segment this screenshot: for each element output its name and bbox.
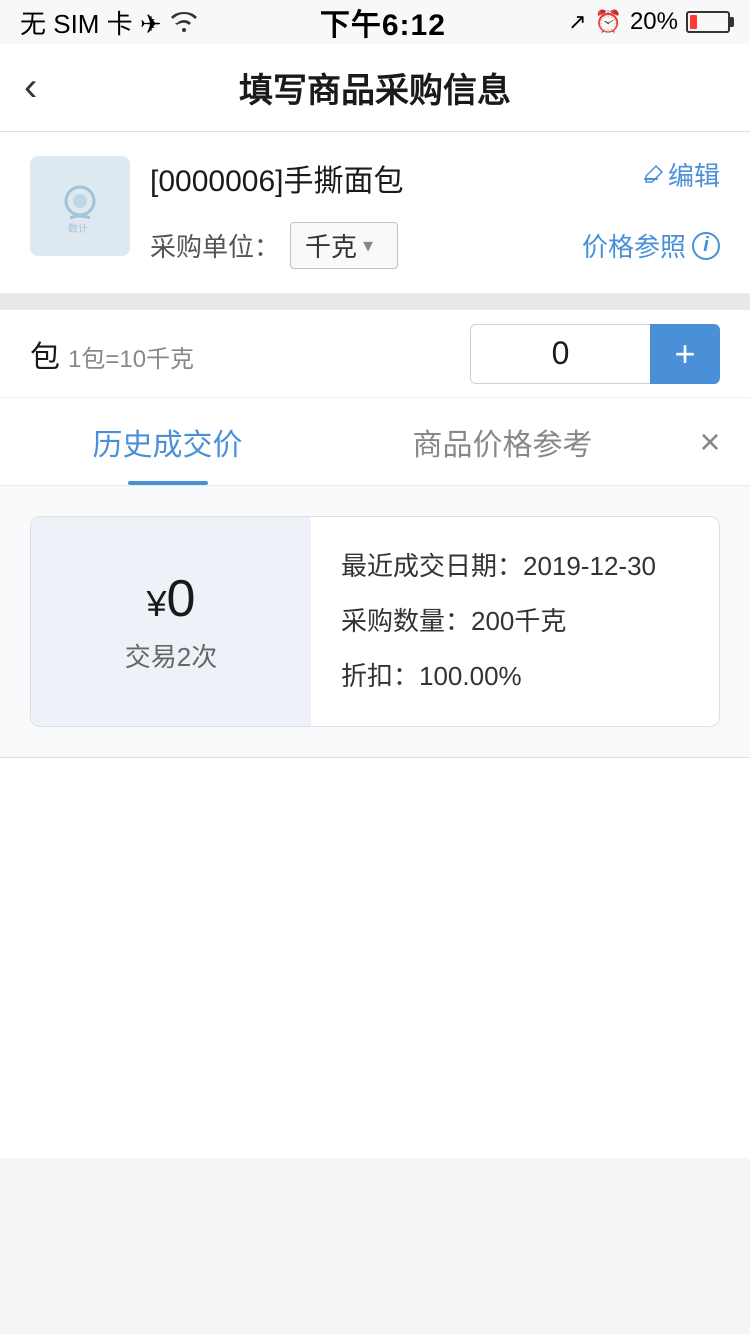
product-info: [0000006]手撕面包 编辑 采购单位： 千克 价格参照 i: [150, 156, 720, 269]
wifi-icon: [170, 12, 198, 32]
quantity-plus-button[interactable]: +: [650, 324, 720, 384]
history-details-panel: 最近成交日期：2019-12-30 采购数量：200千克 折扣：100.00%: [311, 517, 719, 726]
section-divider: [0, 294, 750, 310]
status-bar: 无 SIM 卡 ✈ 下午6:12 ↗ ⏰ 20%: [0, 0, 750, 44]
status-right: ↗ ⏰ 20%: [568, 8, 730, 36]
battery-percent: 20%: [630, 8, 678, 36]
status-time: 下午6:12: [320, 0, 446, 44]
edit-icon: [642, 164, 664, 186]
history-price-value: ¥0: [147, 569, 196, 629]
quantity-row: 包 1包=10千克 +: [0, 310, 750, 398]
discount-row: 折扣：100.00%: [341, 657, 689, 696]
history-card: ¥0 交易2次 最近成交日期：2019-12-30 采购数量：200千克 折扣：…: [30, 516, 720, 727]
quantity-label-group: 包 1包=10千克: [30, 332, 194, 376]
price-number: 0: [167, 570, 196, 628]
product-image: 数计: [30, 156, 130, 256]
currency-symbol: ¥: [147, 583, 167, 624]
tabs-header: 历史成交价 商品价格参考 ×: [0, 398, 750, 486]
battery-icon: [686, 11, 730, 33]
tab-close-button[interactable]: ×: [670, 398, 750, 485]
product-logo-icon: 数计: [50, 176, 110, 236]
history-content: ¥0 交易2次 最近成交日期：2019-12-30 采购数量：200千克 折扣：…: [0, 486, 750, 757]
product-name: [0000006]手撕面包: [150, 156, 403, 200]
history-price-panel: ¥0 交易2次: [31, 517, 311, 726]
tab-history-price[interactable]: 历史成交价: [0, 398, 335, 485]
bottom-area: [0, 758, 750, 1158]
info-icon: i: [692, 232, 720, 260]
back-button[interactable]: ‹: [24, 65, 37, 110]
product-name-row: [0000006]手撕面包 编辑: [150, 156, 720, 200]
edit-button[interactable]: 编辑: [642, 156, 720, 193]
status-left: 无 SIM 卡 ✈: [20, 4, 198, 41]
unit-select[interactable]: 千克: [290, 222, 398, 269]
price-reference-button[interactable]: 价格参照 i: [582, 227, 720, 264]
unit-label: 采购单位：: [150, 227, 280, 264]
purchase-quantity-row: 采购数量：200千克: [341, 602, 689, 641]
no-sim-text: 无 SIM 卡 ✈: [20, 4, 162, 41]
nav-bar: ‹ 填写商品采购信息: [0, 44, 750, 132]
tabs-section: 历史成交价 商品价格参考 × ¥0 交易2次 最近成交日期：2019-12-30…: [0, 398, 750, 758]
quantity-input[interactable]: [470, 324, 650, 384]
quantity-control: +: [470, 324, 720, 384]
svg-text:数计: 数计: [68, 222, 88, 235]
history-trades-count: 交易2次: [125, 637, 217, 674]
alarm-icon: ⏰: [595, 9, 622, 35]
tab-active-indicator: [128, 481, 208, 485]
page-title: 填写商品采购信息: [239, 63, 511, 112]
product-card: 数计 [0000006]手撕面包 编辑 采购单位： 千克 价: [0, 132, 750, 294]
unit-row: 采购单位： 千克 价格参照 i: [150, 222, 720, 269]
quantity-conversion: 1包=10千克: [68, 339, 194, 374]
recent-date-row: 最近成交日期：2019-12-30: [341, 547, 689, 586]
quantity-unit: 包: [30, 332, 60, 376]
location-icon: ↗: [568, 9, 586, 35]
tab-price-reference[interactable]: 商品价格参考: [335, 398, 670, 485]
